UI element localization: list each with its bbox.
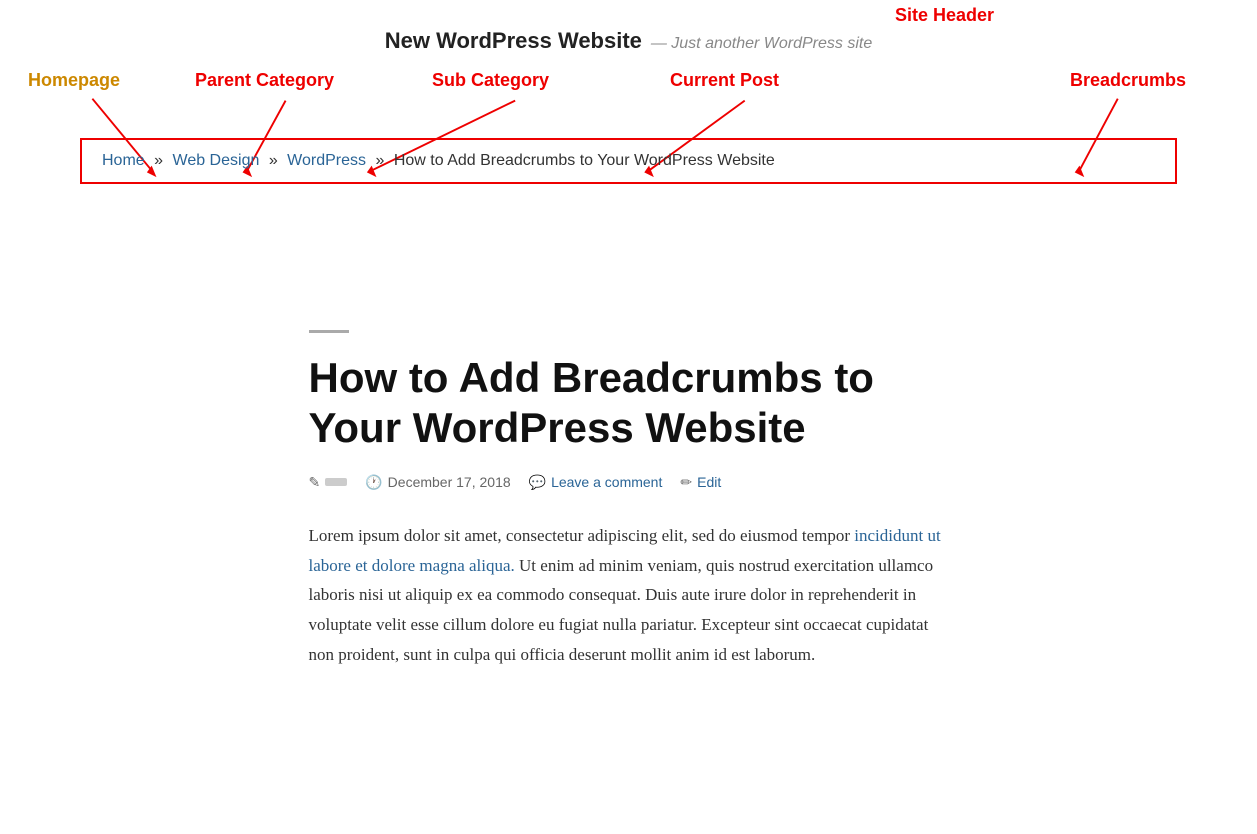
clock-icon: 🕐 bbox=[365, 474, 382, 491]
author-avatar bbox=[325, 478, 347, 486]
post-date: December 17, 2018 bbox=[388, 474, 511, 490]
breadcrumb-parent-link[interactable]: Web Design bbox=[173, 152, 260, 169]
post-body: Lorem ipsum dolor sit amet, consectetur … bbox=[309, 521, 949, 670]
main-content: How to Add Breadcrumbs to Your WordPress… bbox=[289, 330, 969, 670]
leave-comment-link[interactable]: Leave a comment bbox=[551, 474, 662, 490]
sub-category-annotation: Sub Category bbox=[432, 70, 549, 91]
breadcrumb-sep-3: » bbox=[375, 152, 384, 169]
comment-meta: 💬 Leave a comment bbox=[529, 474, 663, 491]
post-divider bbox=[309, 330, 349, 333]
site-header-annotation: Site Header bbox=[895, 5, 994, 26]
edit-icon: ✏ bbox=[680, 474, 692, 491]
breadcrumb-nav: Home » Web Design » WordPress » How to A… bbox=[80, 138, 1177, 184]
post-meta: ✎ 🕐 December 17, 2018 💬 Leave a comment … bbox=[309, 474, 949, 491]
breadcrumbs-annotation: Breadcrumbs bbox=[1070, 70, 1186, 91]
comment-icon: 💬 bbox=[529, 474, 546, 491]
breadcrumb-sep-2: » bbox=[269, 152, 278, 169]
post-title: How to Add Breadcrumbs to Your WordPress… bbox=[309, 353, 949, 454]
author-meta: ✎ bbox=[309, 474, 348, 491]
site-tagline: — Just another WordPress site bbox=[646, 35, 872, 52]
parent-category-annotation: Parent Category bbox=[195, 70, 334, 91]
date-meta: 🕐 December 17, 2018 bbox=[365, 474, 510, 491]
current-post-annotation: Current Post bbox=[670, 70, 779, 91]
homepage-annotation: Homepage bbox=[28, 70, 120, 91]
breadcrumb-home-link[interactable]: Home bbox=[102, 152, 145, 169]
breadcrumb-sub-link[interactable]: WordPress bbox=[287, 152, 366, 169]
edit-link[interactable]: Edit bbox=[697, 474, 721, 490]
edit-meta: ✏ Edit bbox=[680, 474, 721, 491]
breadcrumb-sep-1: » bbox=[154, 152, 163, 169]
body-link: incididunt ut labore et dolore magna ali… bbox=[309, 526, 941, 575]
breadcrumb-current: How to Add Breadcrumbs to Your WordPress… bbox=[394, 152, 775, 169]
author-icon: ✎ bbox=[309, 474, 321, 491]
site-header-section: New WordPress Website — Just another Wor… bbox=[0, 0, 1257, 70]
post-body-paragraph: Lorem ipsum dolor sit amet, consectetur … bbox=[309, 521, 949, 670]
site-title: New WordPress Website bbox=[385, 28, 642, 53]
